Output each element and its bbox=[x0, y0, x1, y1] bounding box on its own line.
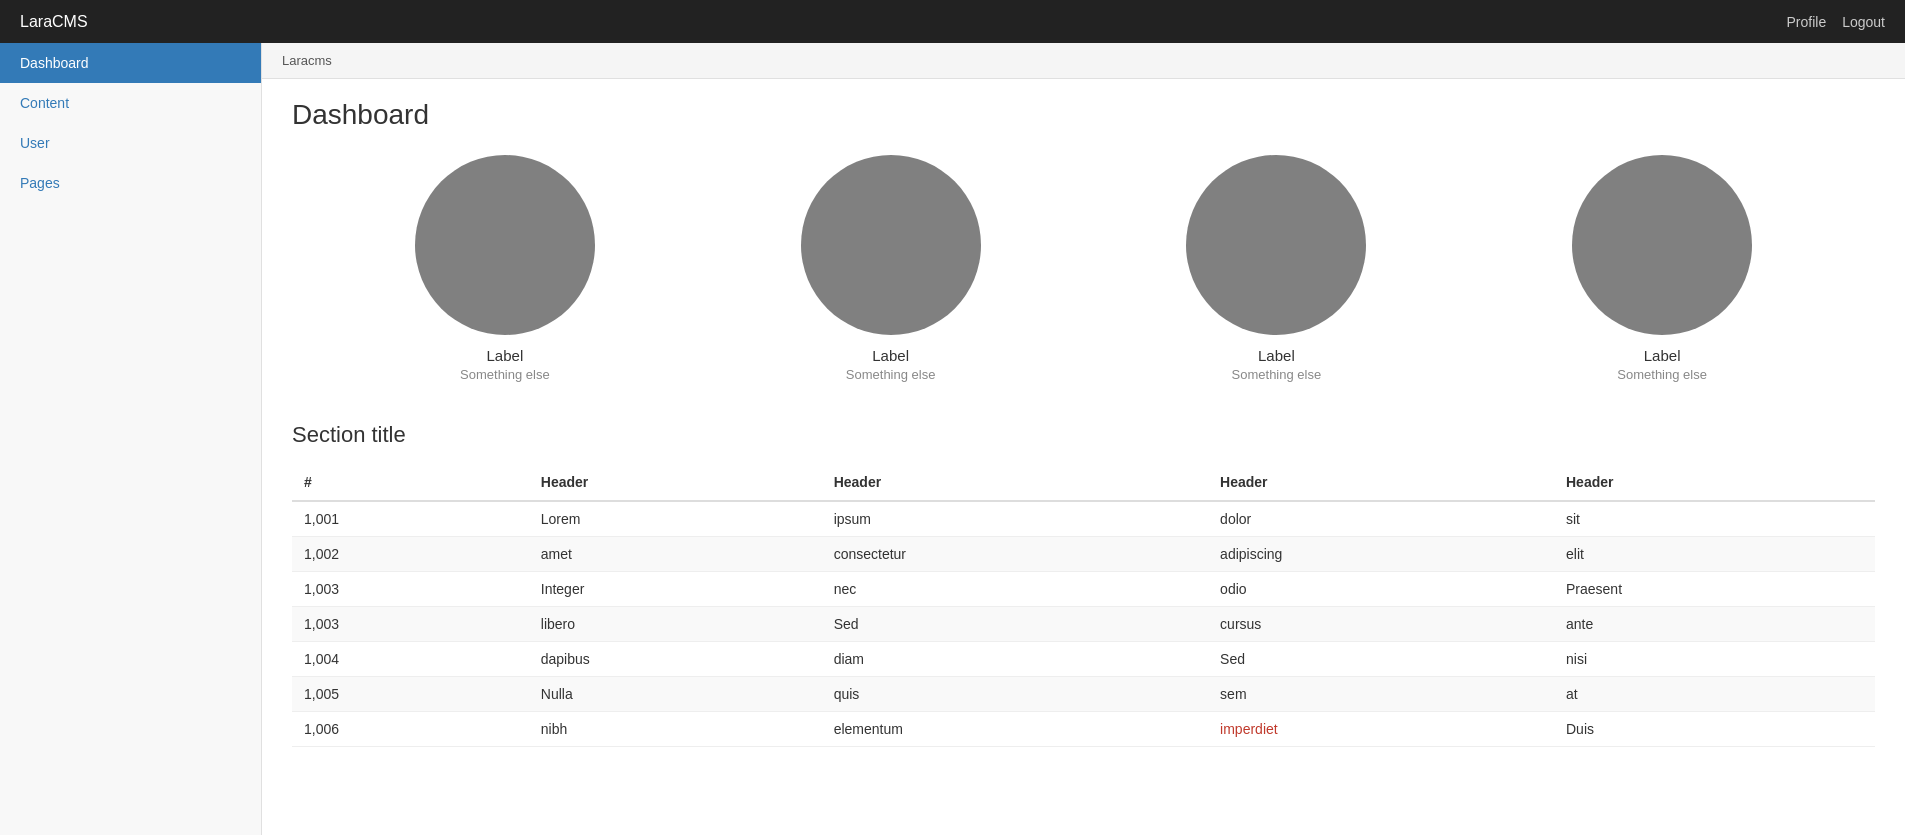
table-cell: nibh bbox=[529, 712, 822, 747]
table-cell: Duis bbox=[1554, 712, 1875, 747]
data-table: # Header Header Header Header 1,001Lorem… bbox=[292, 464, 1875, 747]
table-cell: Lorem bbox=[529, 501, 822, 537]
table-cell: odio bbox=[1208, 572, 1554, 607]
table-cell: libero bbox=[529, 607, 822, 642]
table-cell: sem bbox=[1208, 677, 1554, 712]
table-row: 1,002ametconsecteturadipiscingelit bbox=[292, 537, 1875, 572]
sidebar: Dashboard Content User Pages bbox=[0, 43, 262, 835]
table-head: # Header Header Header Header bbox=[292, 464, 1875, 501]
table-cell: adipiscing bbox=[1208, 537, 1554, 572]
table-cell: diam bbox=[822, 642, 1208, 677]
table-row: 1,004dapibusdiamSednisi bbox=[292, 642, 1875, 677]
circles-row: Label Something else Label Something els… bbox=[292, 155, 1875, 382]
main-content: Laracms Dashboard Label Something else L… bbox=[262, 43, 1905, 835]
circle-3 bbox=[1186, 155, 1366, 335]
circle-sublabel-4: Something else bbox=[1617, 367, 1707, 382]
circle-label-4: Label bbox=[1644, 347, 1681, 364]
circle-label-2: Label bbox=[872, 347, 909, 364]
section-title: Section title bbox=[292, 422, 1875, 448]
table-cell: ante bbox=[1554, 607, 1875, 642]
app-brand: LaraCMS bbox=[20, 13, 88, 31]
layout: Dashboard Content User Pages Laracms Das… bbox=[0, 43, 1905, 835]
table-cell: Praesent bbox=[1554, 572, 1875, 607]
circle-label-1: Label bbox=[487, 347, 524, 364]
table-cell: ipsum bbox=[822, 501, 1208, 537]
table-cell: 1,003 bbox=[292, 572, 529, 607]
table-cell: consectetur bbox=[822, 537, 1208, 572]
page-title: Dashboard bbox=[292, 99, 1875, 131]
table-cell: elementum bbox=[822, 712, 1208, 747]
table-cell: elit bbox=[1554, 537, 1875, 572]
circle-sublabel-1: Something else bbox=[460, 367, 550, 382]
circle-sublabel-2: Something else bbox=[846, 367, 936, 382]
table-row: 1,006nibhelementumimperdietDuis bbox=[292, 712, 1875, 747]
table-cell: sit bbox=[1554, 501, 1875, 537]
table-body: 1,001Loremipsumdolorsit1,002ametconsecte… bbox=[292, 501, 1875, 747]
table-cell: 1,006 bbox=[292, 712, 529, 747]
breadcrumb-text: Laracms bbox=[282, 53, 332, 68]
table-row: 1,003liberoSedcursusante bbox=[292, 607, 1875, 642]
table-cell: 1,004 bbox=[292, 642, 529, 677]
logout-link[interactable]: Logout bbox=[1842, 14, 1885, 30]
circle-item-4: Label Something else bbox=[1572, 155, 1752, 382]
table-cell: Nulla bbox=[529, 677, 822, 712]
table-header-row: # Header Header Header Header bbox=[292, 464, 1875, 501]
table-row: 1,005Nullaquissemat bbox=[292, 677, 1875, 712]
circle-2 bbox=[801, 155, 981, 335]
table-cell: dapibus bbox=[529, 642, 822, 677]
table-row: 1,003IntegernecodioPraesent bbox=[292, 572, 1875, 607]
navbar-nav: Profile Logout bbox=[1786, 14, 1885, 30]
table-cell: 1,005 bbox=[292, 677, 529, 712]
circle-item-2: Label Something else bbox=[801, 155, 981, 382]
col-header-4: Header bbox=[1554, 464, 1875, 501]
sidebar-item-dashboard[interactable]: Dashboard bbox=[0, 43, 261, 83]
sidebar-item-user[interactable]: User bbox=[0, 123, 261, 163]
col-header-3: Header bbox=[1208, 464, 1554, 501]
circle-label-3: Label bbox=[1258, 347, 1295, 364]
table-cell: imperdiet bbox=[1208, 712, 1554, 747]
content-area: Dashboard Label Something else Label Som… bbox=[262, 79, 1905, 767]
col-header-1: Header bbox=[529, 464, 822, 501]
col-header-2: Header bbox=[822, 464, 1208, 501]
table-cell: 1,003 bbox=[292, 607, 529, 642]
table-cell: at bbox=[1554, 677, 1875, 712]
circle-sublabel-3: Something else bbox=[1232, 367, 1322, 382]
sidebar-item-pages[interactable]: Pages bbox=[0, 163, 261, 203]
table-cell: 1,002 bbox=[292, 537, 529, 572]
table-cell: cursus bbox=[1208, 607, 1554, 642]
circle-4 bbox=[1572, 155, 1752, 335]
table-cell: amet bbox=[529, 537, 822, 572]
navbar: LaraCMS Profile Logout bbox=[0, 0, 1905, 43]
table-cell: nec bbox=[822, 572, 1208, 607]
table-cell: 1,001 bbox=[292, 501, 529, 537]
circle-1 bbox=[415, 155, 595, 335]
breadcrumb: Laracms bbox=[262, 43, 1905, 79]
table-cell: dolor bbox=[1208, 501, 1554, 537]
table-cell: Sed bbox=[1208, 642, 1554, 677]
table-cell: quis bbox=[822, 677, 1208, 712]
circle-item-3: Label Something else bbox=[1186, 155, 1366, 382]
table-cell: nisi bbox=[1554, 642, 1875, 677]
profile-link[interactable]: Profile bbox=[1786, 14, 1826, 30]
circle-item-1: Label Something else bbox=[415, 155, 595, 382]
table-cell: Integer bbox=[529, 572, 822, 607]
col-header-hash: # bbox=[292, 464, 529, 501]
table-cell: Sed bbox=[822, 607, 1208, 642]
table-row: 1,001Loremipsumdolorsit bbox=[292, 501, 1875, 537]
sidebar-item-content[interactable]: Content bbox=[0, 83, 261, 123]
